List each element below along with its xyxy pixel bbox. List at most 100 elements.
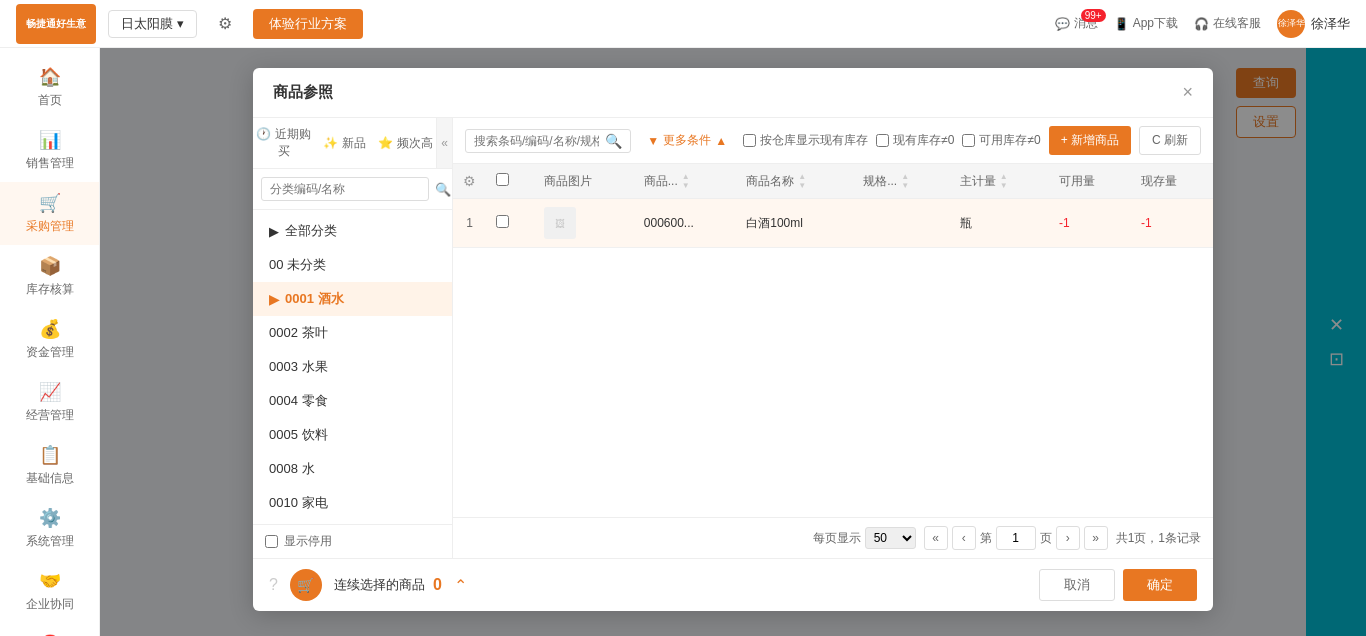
basic-info-icon: 📋 [39, 444, 61, 466]
usable-stock-filter[interactable]: 可用库存≠0 [962, 132, 1040, 149]
sort-icons-name: ▲▼ [798, 172, 806, 190]
page-number-input[interactable] [996, 526, 1036, 550]
more-filter-button[interactable]: ▼ 更多条件 ▲ [639, 128, 735, 153]
category-item-beverage[interactable]: 0005 饮料 [253, 418, 452, 452]
row-select-checkbox[interactable] [496, 215, 509, 228]
warehouse-stock-filter[interactable]: 按仓库显示现有库存 [743, 132, 868, 149]
category-item-tea[interactable]: 0002 茶叶 [253, 316, 452, 350]
filter-collapse-icon: ▲ [715, 134, 727, 148]
next-page-button[interactable]: › [1056, 526, 1080, 550]
sidebar-label: 首页 [38, 92, 62, 109]
enterprise-icon: 🤝 [39, 570, 61, 592]
trial-button[interactable]: 体验行业方案 [253, 9, 363, 39]
prev-page-button[interactable]: ‹ [952, 526, 976, 550]
sales-icon: 📊 [39, 129, 61, 151]
confirm-button[interactable]: 确定 [1123, 569, 1197, 601]
table-toolbar: 🔍 ▼ 更多条件 ▲ 按仓库显示现有库存 [453, 118, 1213, 164]
product-search-box[interactable]: 🔍 [465, 129, 631, 153]
th-name[interactable]: 商品名称 ▲▼ [736, 164, 853, 199]
th-checkbox [486, 164, 534, 199]
product-thumbnail: 🖼 [544, 207, 576, 239]
modal-header: 商品参照 × [253, 68, 1213, 118]
cart-button[interactable]: 🛒 [290, 569, 322, 601]
category-collapse-button[interactable]: « [436, 118, 452, 168]
warehouse-stock-checkbox[interactable] [743, 134, 756, 147]
usable-stock-checkbox[interactable] [962, 134, 975, 147]
continuous-select-label: 连续选择的商品 0 [334, 576, 442, 594]
category-item-alcohol[interactable]: ▶ 0001 酒水 [253, 282, 452, 316]
table-row[interactable]: 1 🖼 [453, 199, 1213, 248]
inventory-icon: 📦 [39, 255, 61, 277]
show-disabled-input[interactable] [265, 535, 278, 548]
category-item-unclassified[interactable]: 00 未分类 [253, 248, 452, 282]
row-checkbox[interactable] [486, 199, 534, 248]
add-product-button[interactable]: + 新增商品 [1049, 126, 1131, 155]
modal-title: 商品参照 [273, 83, 333, 102]
sidebar-item-home[interactable]: 🏠 首页 [0, 56, 99, 119]
sidebar-item-enterprise[interactable]: 🤝 企业协同 [0, 560, 99, 623]
th-code[interactable]: 商品... ▲▼ [634, 164, 736, 199]
page-suffix: 页 [1040, 530, 1052, 547]
search-icon[interactable]: 🔍 [435, 182, 451, 197]
tab-recent[interactable]: 🕐 近期购买 [253, 118, 314, 168]
page-size-selector[interactable]: 每页显示 50 10 20 100 [813, 527, 916, 549]
purchase-icon: 🛒 [39, 192, 61, 214]
category-item-all[interactable]: ▶ 全部分类 [253, 214, 452, 248]
category-tabs: 🕐 近期购买 ✨ 新品 ⭐ 频次高 « [253, 118, 452, 169]
headset-icon: 🎧 [1194, 17, 1209, 31]
sidebar-item-purchase[interactable]: 🛒 采购管理 [0, 182, 99, 245]
sidebar-item-basic-info[interactable]: 📋 基础信息 [0, 434, 99, 497]
active-arrow-icon: ▶ [269, 292, 279, 307]
available-stock-checkbox[interactable] [876, 134, 889, 147]
sort-icons-code: ▲▼ [682, 172, 690, 190]
category-item-snack[interactable]: 0004 零食 [253, 384, 452, 418]
chevron-down-icon: ▾ [177, 16, 184, 31]
app-download-button[interactable]: 📱 App下载 [1114, 15, 1178, 32]
th-available: 可用量 [1049, 164, 1131, 199]
first-page-button[interactable]: « [924, 526, 948, 550]
product-search-input[interactable] [474, 134, 599, 148]
message-badge: 99+ [1081, 9, 1106, 22]
column-settings-icon[interactable]: ⚙ [463, 173, 476, 189]
store-dropdown[interactable]: 日太阳膜 ▾ [108, 10, 197, 38]
row-available: -1 [1049, 199, 1131, 248]
modal-close-button[interactable]: × [1182, 82, 1193, 103]
last-page-button[interactable]: » [1084, 526, 1108, 550]
user-menu[interactable]: 徐泽华 徐泽华 [1277, 10, 1350, 38]
th-unit[interactable]: 主计量 ▲▼ [950, 164, 1049, 199]
page-size-select[interactable]: 50 10 20 100 [865, 527, 916, 549]
settings-icon[interactable]: ⚙ [209, 8, 241, 40]
category-item-fruit[interactable]: 0003 水果 [253, 350, 452, 384]
category-item-water[interactable]: 0008 水 [253, 452, 452, 486]
sidebar-label: 资金管理 [26, 344, 74, 361]
sort-icons-spec: ▲▼ [901, 172, 909, 190]
topbar-right: 💬 消息 99+ 📱 App下载 🎧 在线客服 徐泽华 徐泽华 [1055, 10, 1350, 38]
sidebar-item-inventory[interactable]: 📦 库存核算 [0, 245, 99, 308]
tab-frequent[interactable]: ⭐ 频次高 [375, 118, 436, 168]
show-disabled-checkbox[interactable]: 显示停用 [265, 533, 440, 550]
refresh-button[interactable]: C 刷新 [1139, 126, 1201, 155]
select-all-checkbox[interactable] [496, 173, 509, 186]
sidebar-item-sales[interactable]: 📊 销售管理 [0, 119, 99, 182]
messages-button[interactable]: 💬 消息 99+ [1055, 15, 1098, 32]
sidebar-item-operations[interactable]: 📈 经营管理 [0, 371, 99, 434]
online-service-button[interactable]: 🎧 在线客服 [1194, 15, 1261, 32]
footer-collapse-button[interactable]: ⌃ [454, 576, 467, 595]
tab-new[interactable]: ✨ 新品 [314, 118, 375, 168]
search-submit-icon[interactable]: 🔍 [605, 133, 622, 149]
help-icon[interactable]: ? [269, 576, 278, 594]
category-search-input[interactable] [261, 177, 429, 201]
th-spec[interactable]: 规格... ▲▼ [853, 164, 949, 199]
recent-icon: 🕐 [256, 127, 271, 141]
cancel-button[interactable]: 取消 [1039, 569, 1115, 601]
sort-icons-unit: ▲▼ [1000, 172, 1008, 190]
available-stock-filter[interactable]: 现有库存≠0 [876, 132, 954, 149]
cart-icon: 🛒 [297, 577, 314, 593]
sidebar-item-system[interactable]: ⚙️ 系统管理 [0, 497, 99, 560]
operations-icon: 📈 [39, 381, 61, 403]
category-search: 🔍 [253, 169, 452, 210]
category-item-electronics[interactable]: 0010 家电 [253, 486, 452, 520]
product-table: ⚙ 商品图片 [453, 164, 1213, 248]
sidebar-item-guide[interactable]: 🎯 新手引导 [0, 623, 99, 636]
sidebar-item-finance[interactable]: 💰 资金管理 [0, 308, 99, 371]
